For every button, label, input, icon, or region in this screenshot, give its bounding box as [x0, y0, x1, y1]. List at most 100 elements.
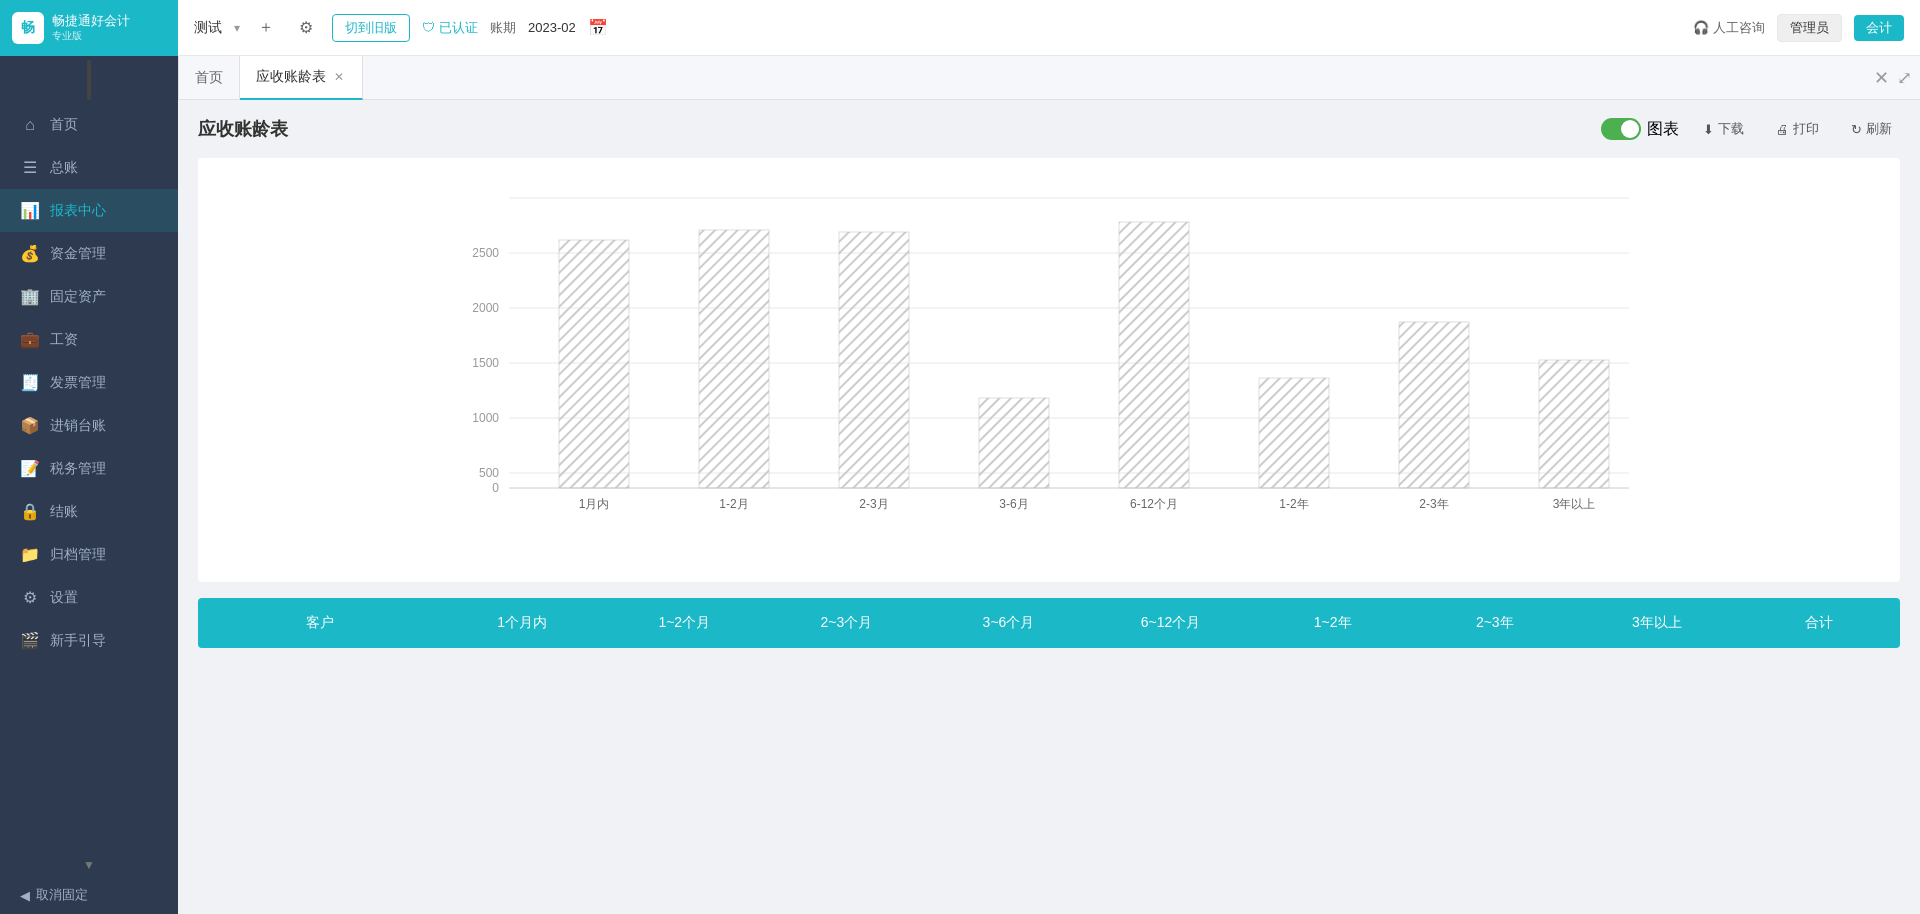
logo-icon: 畅: [12, 12, 44, 44]
svg-text:3-6月: 3-6月: [999, 497, 1028, 511]
col-1-2month: 1~2个月: [603, 598, 765, 648]
nav-dropdown-icon[interactable]: ▾: [234, 21, 240, 35]
col-customer: 客户: [198, 598, 441, 648]
sidebar-item-sales[interactable]: 📦 进销台账: [0, 404, 178, 447]
sidebar-label-sales: 进销台账: [50, 417, 106, 435]
support-btn[interactable]: 🎧 人工咨询: [1693, 19, 1765, 37]
sidebar-item-archive[interactable]: 📁 归档管理: [0, 533, 178, 576]
col-1month: 1个月内: [441, 598, 603, 648]
bar-3年以上: [1539, 360, 1609, 488]
sidebar-label-settings: 设置: [50, 589, 78, 607]
sidebar-label-tax: 税务管理: [50, 460, 106, 478]
sidebar-label-guide: 新手引导: [50, 632, 106, 650]
switch-version-btn[interactable]: 切到旧版: [332, 14, 410, 42]
print-label: 打印: [1793, 120, 1819, 138]
bar-chart: 0 500 1000 1500 2000 2500 1月内: [218, 178, 1880, 558]
sidebar-label-reports: 报表中心: [50, 202, 106, 220]
sidebar-item-tax[interactable]: 📝 税务管理: [0, 447, 178, 490]
sidebar-item-guide[interactable]: 🎬 新手引导: [0, 619, 178, 662]
tab-expand-icon[interactable]: ⤢: [1897, 67, 1912, 89]
sidebar-label-closing: 结账: [50, 503, 78, 521]
tab-bar-right: ✕ ⤢: [1874, 67, 1920, 89]
closing-icon: 🔒: [20, 502, 40, 521]
nav-add-btn[interactable]: ＋: [252, 14, 280, 42]
svg-text:2000: 2000: [472, 301, 499, 315]
bar-1-2年: [1259, 378, 1329, 488]
sidebar-label-ledger: 总账: [50, 159, 78, 177]
reports-icon: 📊: [20, 201, 40, 220]
svg-text:0: 0: [492, 481, 499, 495]
sidebar-item-reports[interactable]: 📊 报表中心: [0, 189, 178, 232]
toggle-switch[interactable]: [1601, 118, 1641, 140]
col-2-3year: 2~3年: [1414, 598, 1576, 648]
tax-icon: 📝: [20, 459, 40, 478]
toolbar: 图表 ⬇ 下载 🖨 打印 ↻ 刷新: [1601, 116, 1900, 142]
bar-6-12月: [1119, 222, 1189, 488]
tab-close-window-icon[interactable]: ✕: [1874, 67, 1889, 89]
main-area: 测试 ▾ ＋ ⚙ 切到旧版 🛡 已认证 账期 2023-02 📅 🎧 人工咨询 …: [178, 0, 1920, 914]
user-btn[interactable]: 管理员: [1777, 14, 1842, 42]
tab-bar: 首页 应收账龄表 ✕ ✕ ⤢: [178, 56, 1920, 100]
svg-text:1月内: 1月内: [579, 497, 610, 511]
navbar: 测试 ▾ ＋ ⚙ 切到旧版 🛡 已认证 账期 2023-02 📅 🎧 人工咨询 …: [178, 0, 1920, 56]
sidebar-item-closing[interactable]: 🔒 结账: [0, 490, 178, 533]
chart-container: 0 500 1000 1500 2000 2500 1月内: [198, 158, 1900, 582]
nav-settings-btn[interactable]: ⚙: [292, 14, 320, 42]
chart-label: 图表: [1647, 119, 1679, 140]
download-icon: ⬇: [1703, 122, 1714, 137]
sidebar-item-home[interactable]: ⌂ 首页: [0, 104, 178, 146]
sidebar: 畅 畅捷通好会计 专业版 ⌂ 首页 ☰ 总账 📊 报表中心 💰 资金管理 🏢 固…: [0, 0, 178, 914]
print-btn[interactable]: 🖨 打印: [1768, 116, 1827, 142]
app-name: 畅捷通好会计: [52, 13, 130, 30]
svg-text:1-2月: 1-2月: [719, 497, 748, 511]
calendar-icon[interactable]: 📅: [588, 18, 608, 37]
download-btn[interactable]: ⬇ 下载: [1695, 116, 1752, 142]
verified-badge: 🛡 已认证: [422, 19, 478, 37]
sidebar-label-funds: 资金管理: [50, 245, 106, 263]
sidebar-scroll-down[interactable]: ▼: [83, 858, 95, 872]
period-value: 2023-02: [528, 20, 576, 35]
svg-text:6-12个月: 6-12个月: [1130, 497, 1178, 511]
logo-area: 畅 畅捷通好会计 专业版: [0, 0, 178, 56]
svg-text:500: 500: [479, 466, 499, 480]
role-btn[interactable]: 会计: [1854, 15, 1904, 41]
assets-icon: 🏢: [20, 287, 40, 306]
sidebar-item-salary[interactable]: 💼 工资: [0, 318, 178, 361]
sidebar-item-settings[interactable]: ⚙ 设置: [0, 576, 178, 619]
app-edition: 专业版: [52, 29, 130, 43]
sidebar-item-invoice[interactable]: 🧾 发票管理: [0, 361, 178, 404]
sidebar-item-ledger[interactable]: ☰ 总账: [0, 146, 178, 189]
tab-accounts-aging[interactable]: 应收账龄表 ✕: [240, 56, 363, 100]
col-6-12month: 6~12个月: [1090, 598, 1252, 648]
cancel-fixed-label: 取消固定: [36, 886, 88, 904]
refresh-icon: ↻: [1851, 122, 1862, 137]
refresh-btn[interactable]: ↻ 刷新: [1843, 116, 1900, 142]
tab-close-icon[interactable]: ✕: [332, 68, 346, 86]
sidebar-label-assets: 固定资产: [50, 288, 106, 306]
sidebar-label-archive: 归档管理: [50, 546, 106, 564]
home-icon: ⌂: [20, 116, 40, 134]
col-1-2year: 1~2年: [1252, 598, 1414, 648]
cancel-fixed-btn[interactable]: ◀ 取消固定: [0, 876, 178, 914]
bar-3-6月: [979, 398, 1049, 488]
svg-text:3年以上: 3年以上: [1553, 497, 1596, 511]
tab-home[interactable]: 首页: [178, 56, 240, 100]
content-inner: 应收账龄表 图表 ⬇ 下载 🖨 打印 ↻: [178, 100, 1920, 664]
refresh-label: 刷新: [1866, 120, 1892, 138]
col-3year-plus: 3年以上: [1576, 598, 1738, 648]
col-3-6month: 3~6个月: [927, 598, 1089, 648]
verified-text: 已认证: [439, 19, 478, 37]
bar-2-3年: [1399, 322, 1469, 488]
archive-icon: 📁: [20, 545, 40, 564]
sidebar-item-assets[interactable]: 🏢 固定资产: [0, 275, 178, 318]
table-container: 客户 1个月内 1~2个月 2~3个月 3~6个月 6~12个月 1~2年 2~…: [198, 598, 1900, 648]
chart-toggle[interactable]: 图表: [1601, 118, 1679, 140]
navbar-right: 🎧 人工咨询 管理员 会计: [1693, 14, 1904, 42]
col-2-3month: 2~3个月: [765, 598, 927, 648]
sidebar-item-funds[interactable]: 💰 资金管理: [0, 232, 178, 275]
page-title: 应收账龄表: [198, 117, 288, 141]
content-area: 应收账龄表 图表 ⬇ 下载 🖨 打印 ↻: [178, 100, 1920, 914]
salary-icon: 💼: [20, 330, 40, 349]
bar-1月内: [559, 240, 629, 488]
svg-text:1500: 1500: [472, 356, 499, 370]
